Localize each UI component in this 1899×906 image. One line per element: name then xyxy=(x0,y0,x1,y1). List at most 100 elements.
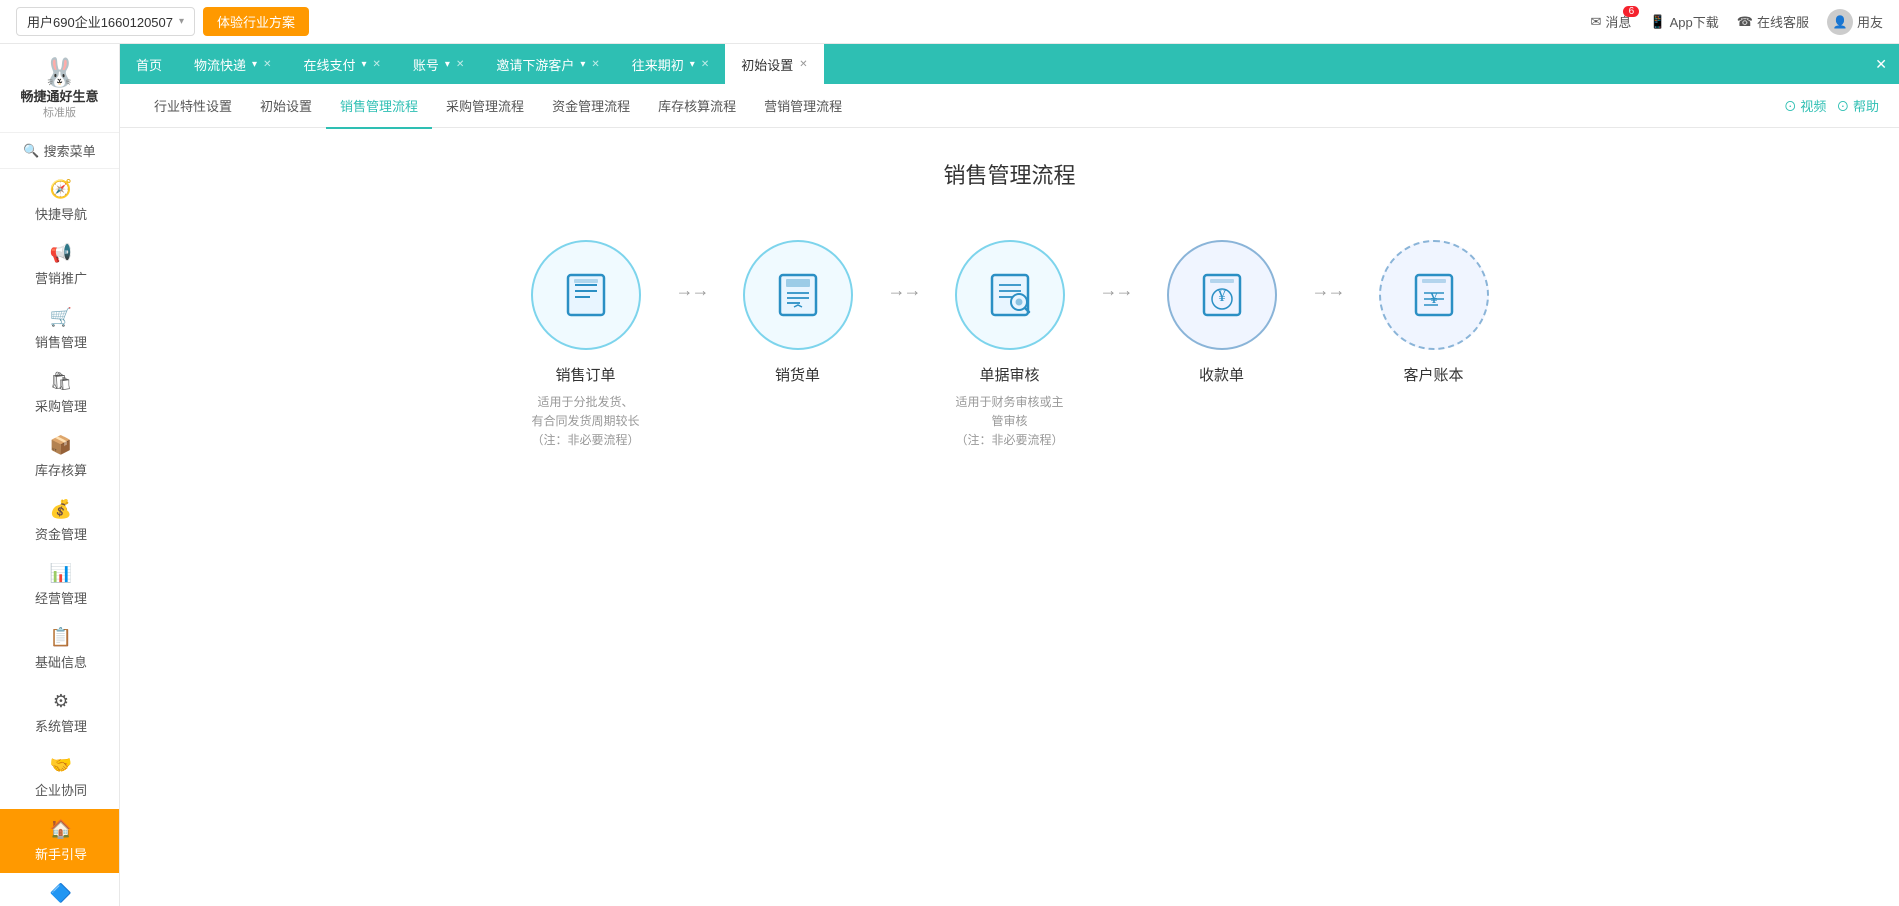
flow-arrow-4: →→ xyxy=(1312,240,1344,301)
sub-tab-init[interactable]: 初始设置 xyxy=(246,85,326,129)
sidebar-item-label: 销售管理 xyxy=(35,332,87,351)
tab-account-label: 账号 xyxy=(413,55,439,74)
search-icon: 🔍 xyxy=(23,143,39,159)
tab-close-icon[interactable]: ✕ xyxy=(456,59,464,70)
flow-item-review: 单据审核 适用于财务审核或主管审核（注：非必要流程） xyxy=(920,240,1100,451)
tab-invite-label: 邀请下游客户 xyxy=(496,55,574,74)
sidebar-item-label: 快捷导航 xyxy=(35,204,87,223)
top-bar: 用户690企业1660120507 ▾ 体验行业方案 ✉ 消息 6 📱 App下… xyxy=(0,0,1899,44)
service-button[interactable]: ☎ 在线客服 xyxy=(1737,12,1809,31)
app-label: App下载 xyxy=(1670,12,1719,31)
sidebar-item-purchase[interactable]: 🛍 采购管理 xyxy=(0,361,119,425)
sub-tab-finance-flow[interactable]: 资金管理流程 xyxy=(538,85,644,129)
sidebar-item-label: 采购管理 xyxy=(35,396,87,415)
user-selector[interactable]: 用户690企业1660120507 ▾ xyxy=(16,7,195,36)
sidebar-item-base-info[interactable]: 📋 基础信息 xyxy=(0,617,119,681)
tab-arrow-icon: ▾ xyxy=(252,59,257,70)
tab-period[interactable]: 往来期初 ▾ ✕ xyxy=(616,44,725,84)
sub-tab-purchase-flow-label: 采购管理流程 xyxy=(446,96,524,115)
sidebar-item-finance[interactable]: 💰 资金管理 xyxy=(0,489,119,553)
tab-invite[interactable]: 邀请下游客户 ▾ ✕ xyxy=(480,44,615,84)
tab-close-icon[interactable]: ✕ xyxy=(373,59,381,70)
page-content: 销售管理流程 销售订单 适用于分批发货、有合同 xyxy=(120,128,1899,906)
flow-desc-sales-order: 适用于分批发货、有合同发货周期较长（注：非必要流程） xyxy=(531,393,639,451)
tab-logistics[interactable]: 物流快递 ▾ ✕ xyxy=(178,44,287,84)
trial-button[interactable]: 体验行业方案 xyxy=(203,7,309,36)
service-label: 在线客服 xyxy=(1757,12,1809,31)
tab-init[interactable]: 初始设置 ✕ xyxy=(725,44,823,84)
nav-tabs: 首页 物流快递 ▾ ✕ 在线支付 ▾ ✕ 账号 ▾ ✕ 邀请下游客户 ▾ ✕ xyxy=(120,44,1899,84)
sidebar: 🐰 畅捷通好生意 标准版 🔍 搜索菜单 🧭 快捷导航 📢 营销推广 🛒 销售管理… xyxy=(0,44,120,906)
sub-tab-industry-label: 行业特性设置 xyxy=(154,96,232,115)
tab-close-icon[interactable]: ✕ xyxy=(263,59,271,70)
search-menu-label: 搜索菜单 xyxy=(44,141,96,160)
sidebar-item-label: 企业协同 xyxy=(35,780,87,799)
sidebar-item-inventory[interactable]: 📦 库存核算 xyxy=(0,425,119,489)
content-area: 首页 物流快递 ▾ ✕ 在线支付 ▾ ✕ 账号 ▾ ✕ 邀请下游客户 ▾ ✕ xyxy=(120,44,1899,906)
app-center-icon: 🔷 xyxy=(50,883,72,904)
sidebar-item-guide[interactable]: 🏠 新手引导 xyxy=(0,809,119,873)
sub-tabs-right: ⊙ 视频 ⊙ 帮助 xyxy=(1784,96,1879,115)
flow-circle-ledger: ¥ xyxy=(1379,240,1489,350)
flow-circle-review xyxy=(955,240,1065,350)
user-name: 用友 xyxy=(1857,12,1883,31)
tab-payment[interactable]: 在线支付 ▾ ✕ xyxy=(287,44,396,84)
tab-logistics-label: 物流快递 xyxy=(194,55,246,74)
base-info-icon: 📋 xyxy=(50,627,72,648)
sub-tab-inventory-flow[interactable]: 库存核算流程 xyxy=(644,85,750,129)
tab-account[interactable]: 账号 ▾ ✕ xyxy=(397,44,480,84)
message-badge: 6 xyxy=(1623,6,1639,17)
sidebar-item-marketing[interactable]: 📢 营销推广 xyxy=(0,233,119,297)
sidebar-item-label: 基础信息 xyxy=(35,652,87,671)
tab-home[interactable]: 首页 xyxy=(120,44,178,84)
sub-tabs: 行业特性设置 初始设置 销售管理流程 采购管理流程 资金管理流程 库存核算流程 … xyxy=(120,84,1899,128)
flow-label-review: 单据审核 xyxy=(979,364,1039,385)
nav-close-button[interactable]: ✕ xyxy=(1863,44,1899,84)
message-icon: ✉ xyxy=(1591,14,1602,30)
user-label: 用户690企业1660120507 xyxy=(27,12,173,31)
flow-label-invoice: 销货单 xyxy=(775,364,820,385)
message-button[interactable]: ✉ 消息 6 xyxy=(1591,12,1632,31)
sidebar-item-sales[interactable]: 🛒 销售管理 xyxy=(0,297,119,361)
chevron-down-icon: ▾ xyxy=(179,16,184,27)
app-download-button[interactable]: 📱 App下载 xyxy=(1649,12,1718,31)
sub-tab-marketing-flow[interactable]: 营销管理流程 xyxy=(750,85,856,129)
app-icon: 📱 xyxy=(1649,14,1665,30)
sidebar-item-system[interactable]: ⚙ 系统管理 xyxy=(0,681,119,745)
page-title: 销售管理流程 xyxy=(160,158,1859,190)
sidebar-item-quick-nav[interactable]: 🧭 快捷导航 xyxy=(0,169,119,233)
video-link[interactable]: ⊙ 视频 xyxy=(1784,96,1827,115)
quick-nav-icon: 🧭 xyxy=(50,179,72,200)
guide-icon: 🏠 xyxy=(50,819,72,840)
tab-close-icon[interactable]: ✕ xyxy=(591,59,599,70)
tab-close-icon[interactable]: ✕ xyxy=(701,59,709,70)
operations-icon: 📊 xyxy=(50,563,72,584)
sub-tab-marketing-flow-label: 营销管理流程 xyxy=(764,96,842,115)
tab-arrow-icon: ▾ xyxy=(690,59,695,70)
sub-tab-inventory-flow-label: 库存核算流程 xyxy=(658,96,736,115)
sidebar-item-enterprise[interactable]: 🤝 企业协同 xyxy=(0,745,119,809)
user-profile-button[interactable]: 👤 用友 xyxy=(1827,9,1883,35)
purchase-icon: 🛍 xyxy=(50,371,73,392)
search-menu-button[interactable]: 🔍 搜索菜单 xyxy=(0,133,119,169)
tab-close-icon[interactable]: ✕ xyxy=(799,59,807,70)
help-link[interactable]: ⊙ 帮助 xyxy=(1836,96,1879,115)
inventory-icon: 📦 xyxy=(50,435,72,456)
tab-arrow-icon: ▾ xyxy=(361,59,366,70)
top-bar-right: ✉ 消息 6 📱 App下载 ☎ 在线客服 👤 用友 xyxy=(1591,9,1883,35)
sub-tab-init-label: 初始设置 xyxy=(260,96,312,115)
svg-text:¥: ¥ xyxy=(1218,288,1226,305)
sidebar-item-operations[interactable]: 📊 经营管理 xyxy=(0,553,119,617)
tab-arrow-icon: ▾ xyxy=(580,59,585,70)
avatar: 👤 xyxy=(1827,9,1853,35)
main-layout: 🐰 畅捷通好生意 标准版 🔍 搜索菜单 🧭 快捷导航 📢 营销推广 🛒 销售管理… xyxy=(0,44,1899,906)
sub-tab-sales-flow[interactable]: 销售管理流程 xyxy=(326,85,432,129)
sub-tab-sales-flow-label: 销售管理流程 xyxy=(340,96,418,115)
sub-tab-purchase-flow[interactable]: 采购管理流程 xyxy=(432,85,538,129)
flow-arrow-3: →→ xyxy=(1100,240,1132,301)
tab-payment-label: 在线支付 xyxy=(303,55,355,74)
flow-item-ledger: ¥ 客户账本 xyxy=(1344,240,1524,393)
sub-tab-industry[interactable]: 行业特性设置 xyxy=(140,85,246,129)
flow-circle-invoice xyxy=(743,240,853,350)
sidebar-item-app-center[interactable]: 🔷 应用中心 xyxy=(0,873,119,906)
